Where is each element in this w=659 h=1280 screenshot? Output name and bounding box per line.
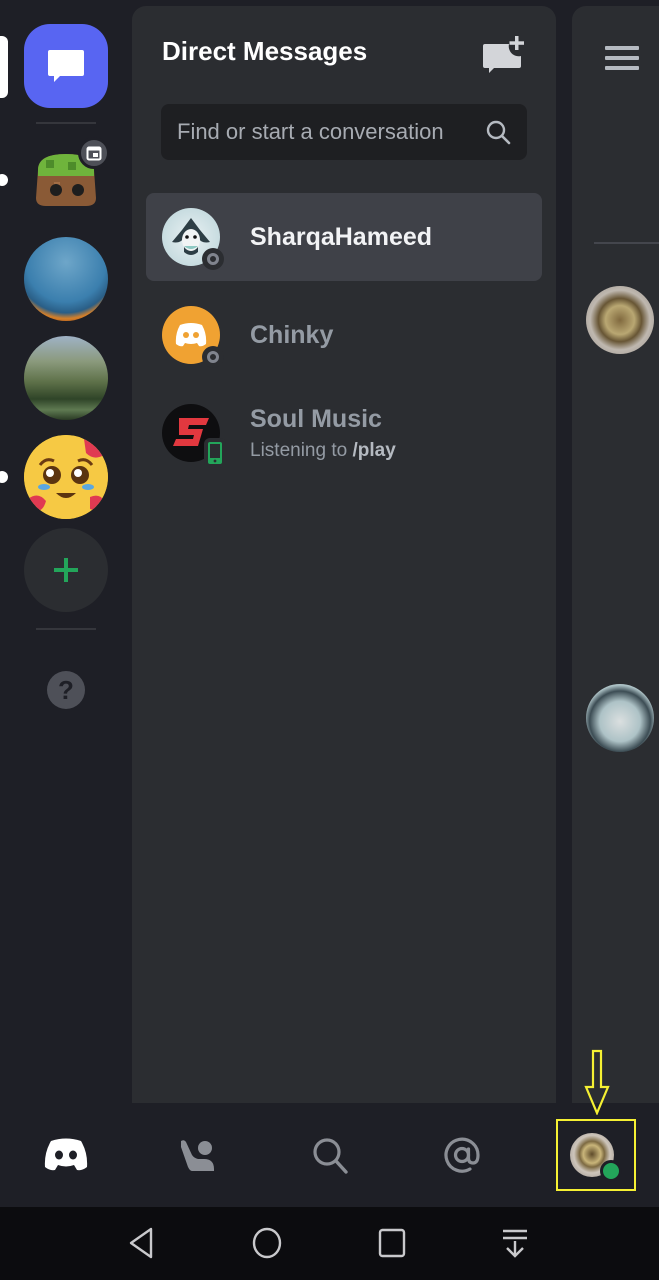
dm-name: SharqaHameed (250, 222, 433, 251)
dm-activity: Listening to /play (250, 440, 396, 462)
avatar (162, 306, 224, 368)
server-rail: ? (0, 0, 132, 1103)
android-back-button[interactable] (124, 1225, 160, 1261)
bottom-navigation (0, 1103, 659, 1207)
calendar-icon (86, 146, 102, 161)
status-mobile-online (204, 438, 226, 468)
server-mountain[interactable] (24, 336, 108, 420)
event-badge (78, 137, 110, 169)
member-avatar[interactable] (586, 286, 654, 354)
android-notification-button[interactable] (497, 1225, 533, 1261)
avatar (162, 404, 226, 468)
search-icon (486, 120, 511, 145)
new-message-plus-icon (483, 36, 524, 73)
friends-icon (181, 1140, 214, 1171)
rail-divider (36, 122, 96, 124)
search-bar[interactable] (161, 104, 527, 160)
avatar (162, 208, 224, 270)
activity-prefix: Listening to (250, 439, 353, 461)
dm-name: Chinky (250, 320, 334, 349)
panel-divider (594, 242, 659, 244)
status-online (600, 1160, 622, 1182)
nav-mentions-button[interactable] (436, 1129, 488, 1181)
rail-divider (36, 628, 96, 630)
mobile-phone-icon (208, 442, 222, 464)
discord-mobile-screen: ? Direct Messages Find or start a conver… (0, 0, 659, 1280)
status-offline (202, 346, 224, 368)
search-icon (313, 1138, 348, 1174)
dm-list: SharqaHameed Chinky Soul Music Listening… (146, 193, 542, 487)
dm-item-chinky[interactable]: Chinky (146, 291, 542, 379)
unread-indicator (0, 471, 8, 483)
new-dm-button[interactable] (482, 36, 526, 76)
page-title: Direct Messages (162, 36, 368, 66)
recents-square-icon (378, 1228, 406, 1258)
member-avatar[interactable] (586, 684, 654, 752)
dm-item-sharqahameed[interactable]: SharqaHameed (146, 193, 542, 281)
android-recents-button[interactable] (374, 1225, 410, 1261)
nav-search-button[interactable] (304, 1129, 356, 1181)
direct-messages-home-button[interactable] (24, 24, 108, 108)
server-ocean[interactable] (24, 237, 108, 321)
activity-name: /play (352, 439, 396, 461)
pleading-face-emoji-icon (24, 435, 108, 519)
server-pleading-face[interactable] (24, 435, 108, 519)
back-icon (129, 1227, 153, 1259)
help-icon: ? (58, 674, 74, 705)
unread-indicator (0, 174, 8, 186)
plus-icon (54, 558, 78, 582)
menu-button[interactable] (605, 46, 639, 70)
dm-name: Soul Music (250, 404, 382, 433)
dm-item-soul-music[interactable]: Soul Music Listening to /play (146, 389, 542, 477)
home-circle-icon (252, 1227, 282, 1259)
direct-messages-panel: Direct Messages Find or start a conversa… (132, 6, 556, 1103)
mentions-at-icon (444, 1137, 480, 1173)
help-button[interactable]: ? (47, 671, 85, 709)
nav-friends-button[interactable] (172, 1129, 224, 1181)
home-discord-icon (44, 1138, 88, 1171)
notification-pulldown-icon (503, 1229, 527, 1258)
hamburger-menu-icon (605, 46, 639, 50)
status-offline (202, 248, 224, 270)
android-home-button[interactable] (249, 1225, 285, 1261)
annotation-arrow-down-icon (584, 1049, 610, 1115)
right-side-panel (572, 6, 659, 1103)
android-navigation-bar (0, 1207, 659, 1280)
add-server-button[interactable] (24, 528, 108, 612)
nav-home-button[interactable] (40, 1129, 92, 1181)
search-input[interactable] (177, 119, 477, 145)
discord-default-avatar-icon (175, 323, 207, 347)
selected-indicator (0, 36, 8, 98)
chat-bubble-icon (48, 50, 84, 82)
